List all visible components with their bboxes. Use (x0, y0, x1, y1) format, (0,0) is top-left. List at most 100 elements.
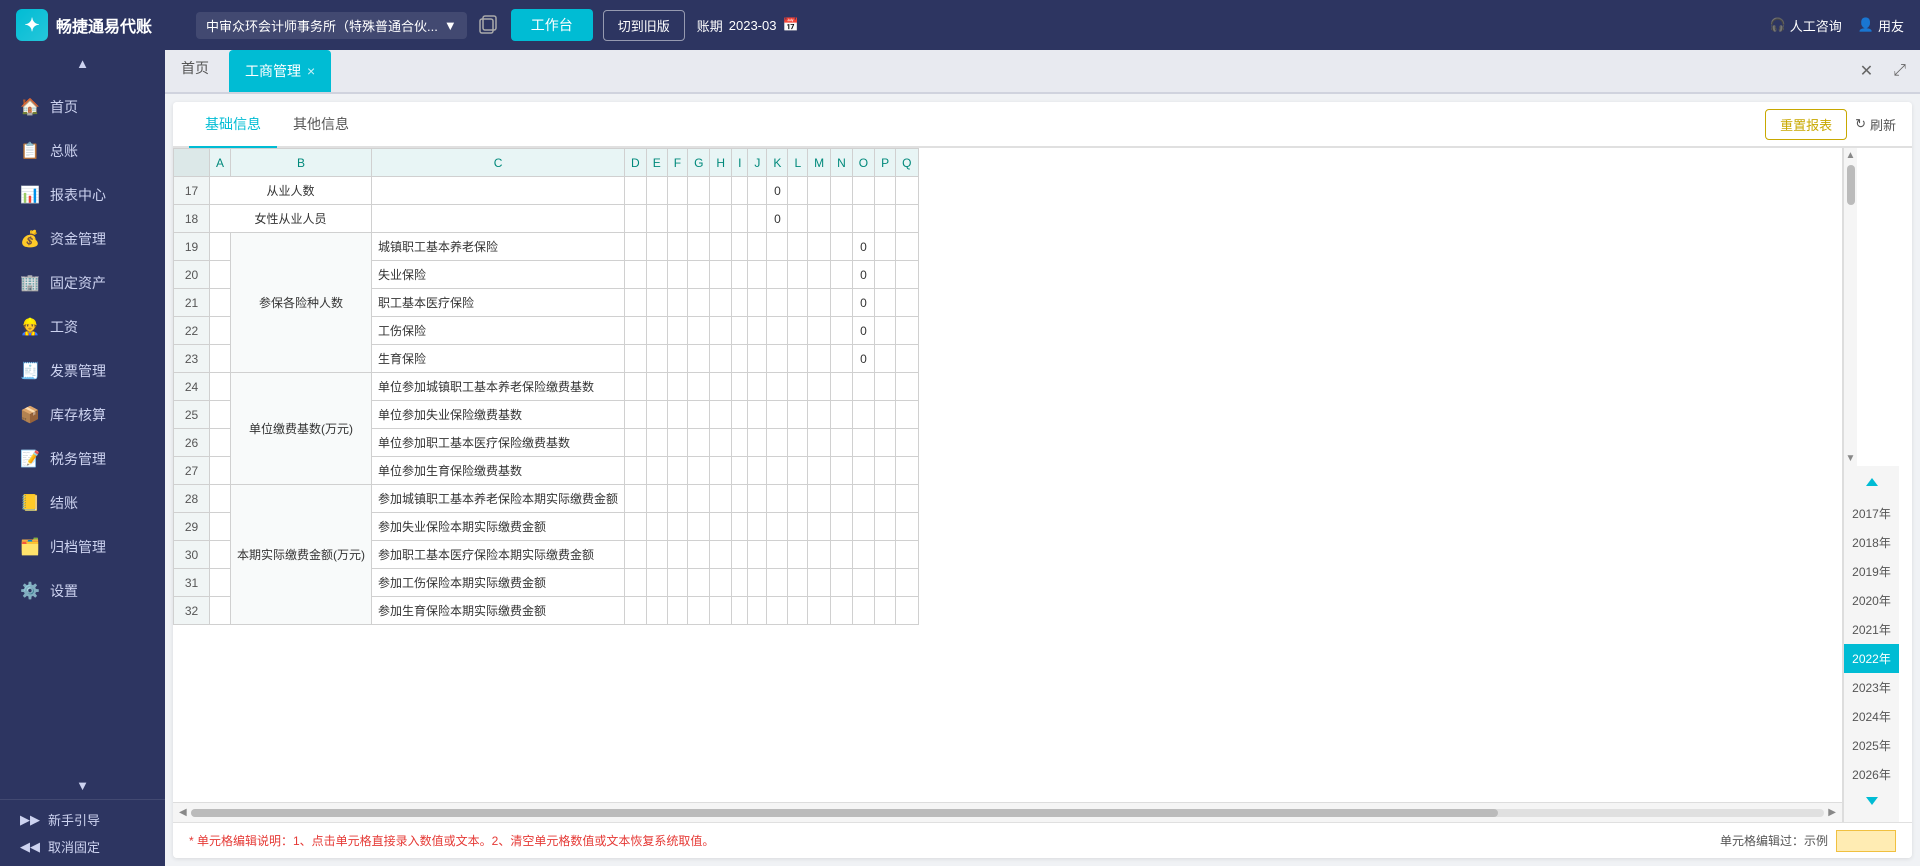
calendar-icon[interactable]: 📅 (782, 17, 798, 33)
cell-20-i[interactable] (732, 261, 748, 289)
cell-17-g[interactable] (688, 177, 710, 205)
cell-24-b[interactable]: 单位缴费基数(万元) (231, 373, 372, 485)
cell-29-a[interactable] (210, 513, 231, 541)
cell-26-c[interactable]: 单位参加职工基本医疗保险缴费基数 (372, 429, 625, 457)
cell-18-c[interactable] (372, 205, 625, 233)
cell-24-a[interactable] (210, 373, 231, 401)
cell-30-a[interactable] (210, 541, 231, 569)
cell-20-m[interactable] (808, 261, 831, 289)
cell-21-l[interactable] (788, 289, 808, 317)
cell-22-f[interactable] (667, 317, 687, 345)
cell-24-c[interactable]: 单位参加城镇职工基本养老保险缴费基数 (372, 373, 625, 401)
cell-21-n[interactable] (831, 289, 853, 317)
cell-22-n[interactable] (831, 317, 853, 345)
cell-17-q[interactable] (896, 177, 918, 205)
cell-22-i[interactable] (732, 317, 748, 345)
cell-21-d[interactable] (625, 289, 647, 317)
cell-19-p[interactable] (875, 233, 896, 261)
cell-23-i[interactable] (732, 345, 748, 373)
cell-20-e[interactable] (646, 261, 667, 289)
cell-28-b[interactable]: 本期实际缴费金额(万元) (231, 485, 372, 625)
cell-24-d[interactable] (625, 373, 647, 401)
cell-22-p[interactable] (875, 317, 896, 345)
cell-19-q[interactable] (896, 233, 918, 261)
cell-21-g[interactable] (688, 289, 710, 317)
year-item-2017[interactable]: 2017年 (1844, 499, 1899, 528)
cell-31-a[interactable] (210, 569, 231, 597)
workspace-button[interactable]: 工作台 (511, 9, 593, 41)
cell-18-a[interactable]: 女性从业人员 (210, 205, 372, 233)
table-wrapper[interactable]: A B C D E F G H I J (173, 148, 1842, 802)
cell-21-a[interactable] (210, 289, 231, 317)
cell-19-m[interactable] (808, 233, 831, 261)
cell-22-g[interactable] (688, 317, 710, 345)
cell-21-j[interactable] (748, 289, 767, 317)
unpin-button[interactable]: ◀◀ 取消固定 (20, 837, 145, 856)
cell-22-d[interactable] (625, 317, 647, 345)
sidebar-item-finance[interactable]: 💰 资金管理 (0, 217, 165, 261)
sidebar-item-invoice[interactable]: 🧾 发票管理 (0, 349, 165, 393)
cell-18-i[interactable] (732, 205, 748, 233)
cell-20-n[interactable] (831, 261, 853, 289)
cell-18-j[interactable] (748, 205, 767, 233)
sidebar-item-close[interactable]: 📒 结账 (0, 481, 165, 525)
cell-18-h[interactable] (710, 205, 732, 233)
sidebar-item-ledger[interactable]: 📋 总账 (0, 129, 165, 173)
cell-26-a[interactable] (210, 429, 231, 457)
cell-18-m[interactable] (808, 205, 831, 233)
cell-17-h[interactable] (710, 177, 732, 205)
cell-19-a[interactable] (210, 233, 231, 261)
cell-20-j[interactable] (748, 261, 767, 289)
cell-17-m[interactable] (808, 177, 831, 205)
cell-19-o[interactable]: 0 (852, 233, 874, 261)
cell-18-p[interactable] (875, 205, 896, 233)
cell-20-f[interactable] (667, 261, 687, 289)
cell-17-k[interactable]: 0 (767, 177, 788, 205)
cell-20-c[interactable]: 失业保险 (372, 261, 625, 289)
cell-28-a[interactable] (210, 485, 231, 513)
cell-23-q[interactable] (896, 345, 918, 373)
scroll-up-arrow[interactable]: ▲ (1846, 150, 1856, 161)
sidebar-item-tax[interactable]: 📝 税务管理 (0, 437, 165, 481)
cell-17-d[interactable] (625, 177, 647, 205)
cell-28-c[interactable]: 参加城镇职工基本养老保险本期实际缴费金额 (372, 485, 625, 513)
cell-18-e[interactable] (646, 205, 667, 233)
cell-23-h[interactable] (710, 345, 732, 373)
cell-22-o[interactable]: 0 (852, 317, 874, 345)
user-menu[interactable]: 👤 用友 (1858, 16, 1904, 35)
cell-19-g[interactable] (688, 233, 710, 261)
cell-18-o[interactable] (852, 205, 874, 233)
cell-23-o[interactable]: 0 (852, 345, 874, 373)
cell-23-n[interactable] (831, 345, 853, 373)
cell-23-e[interactable] (646, 345, 667, 373)
cell-22-j[interactable] (748, 317, 767, 345)
year-item-2020[interactable]: 2020年 (1844, 586, 1899, 615)
cell-22-l[interactable] (788, 317, 808, 345)
cell-22-e[interactable] (646, 317, 667, 345)
cell-20-o[interactable]: 0 (852, 261, 874, 289)
cell-17-c[interactable] (372, 177, 625, 205)
cell-20-l[interactable] (788, 261, 808, 289)
cell-19-n[interactable] (831, 233, 853, 261)
year-item-2018[interactable]: 2018年 (1844, 528, 1899, 557)
tab-basic-info[interactable]: 基础信息 (189, 102, 277, 148)
cell-17-p[interactable] (875, 177, 896, 205)
consult-button[interactable]: 🎧 人工咨询 (1770, 16, 1842, 35)
year-item-2025[interactable]: 2025年 (1844, 731, 1899, 760)
cell-21-m[interactable] (808, 289, 831, 317)
cell-20-q[interactable] (896, 261, 918, 289)
year-item-2022[interactable]: 2022年 (1844, 644, 1899, 673)
cell-20-p[interactable] (875, 261, 896, 289)
vertical-scrollbar[interactable]: ▲ ▼ (1843, 148, 1857, 466)
cell-30-c[interactable]: 参加职工基本医疗保险本期实际缴费金额 (372, 541, 625, 569)
cell-23-j[interactable] (748, 345, 767, 373)
sidebar-item-assets[interactable]: 🏢 固定资产 (0, 261, 165, 305)
cell-32-a[interactable] (210, 597, 231, 625)
cell-21-p[interactable] (875, 289, 896, 317)
cell-17-o[interactable] (852, 177, 874, 205)
cell-25-c[interactable]: 单位参加失业保险缴费基数 (372, 401, 625, 429)
cell-20-d[interactable] (625, 261, 647, 289)
cell-19-i[interactable] (732, 233, 748, 261)
cell-22-h[interactable] (710, 317, 732, 345)
cell-18-n[interactable] (831, 205, 853, 233)
